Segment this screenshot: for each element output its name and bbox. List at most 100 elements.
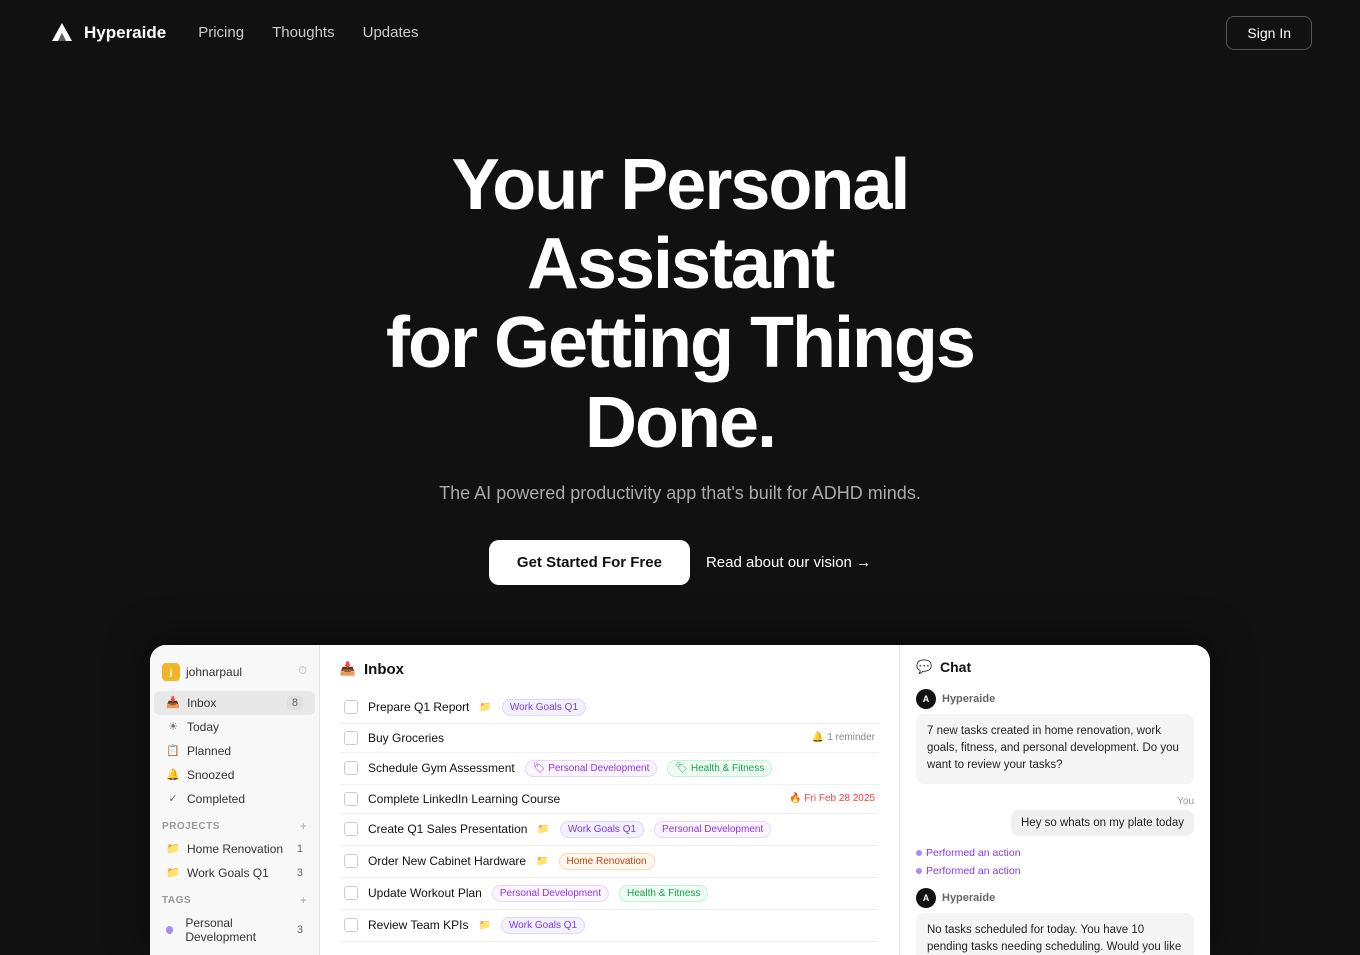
nav-updates[interactable]: Updates	[363, 24, 419, 41]
projects-add-icon[interactable]: +	[300, 821, 307, 833]
task-due-date: 🔥 Fri Feb 28 2025	[789, 793, 875, 804]
home-renovation-count: 1	[297, 843, 303, 855]
cta-primary-button[interactable]: Get Started For Free	[489, 540, 690, 585]
work-folder-icon: 📁	[166, 866, 180, 880]
sidebar-username: johnarpaul	[186, 665, 242, 679]
chat-message-ai-1: A Hyperaide 7 new tasks created in home …	[916, 689, 1194, 784]
task-tag-personal: Personal Development	[492, 885, 609, 902]
user-sender-label: You	[916, 796, 1194, 807]
folder-icon: 📁	[479, 702, 491, 713]
task-tag-personal: Personal Development	[654, 821, 771, 838]
task-checkbox[interactable]	[344, 700, 358, 714]
nav-links: Pricing Thoughts Updates	[198, 24, 1226, 42]
sidebar: j johnarpaul ⏱ 📥 Inbox 8 ☀ Today	[150, 645, 320, 955]
ai-sender-label: Hyperaide	[942, 693, 995, 705]
task-row[interactable]: Review Team KPIs 📁 Work Goals Q1	[340, 910, 879, 942]
ai-sender-label-2: Hyperaide	[942, 892, 995, 904]
completed-icon: ✓	[166, 792, 180, 806]
tag-personal-label: Personal Development	[185, 916, 297, 944]
hero-buttons: Get Started For Free Read about our visi…	[20, 540, 1340, 585]
sidebar-item-inbox[interactable]: 📥 Inbox 8	[154, 691, 315, 715]
nav-thoughts[interactable]: Thoughts	[272, 24, 335, 41]
task-row[interactable]: Buy Groceries 🔔 1 reminder	[340, 724, 879, 753]
task-row[interactable]: Order New Cabinet Hardware 📁 Home Renova…	[340, 846, 879, 878]
task-name: Create Q1 Sales Presentation	[368, 822, 527, 836]
task-name: Update Workout Plan	[368, 886, 482, 900]
hero-subtext: The AI powered productivity app that's b…	[20, 483, 1340, 504]
tags-add-icon[interactable]: +	[300, 895, 307, 907]
inbox-header: 📥 Inbox	[340, 661, 879, 678]
task-row[interactable]: Complete LinkedIn Learning Course 🔥 Fri …	[340, 785, 879, 814]
task-row[interactable]: Schedule Gym Assessment 🏷 Personal Devel…	[340, 753, 879, 785]
projects-section-header: Projects +	[150, 811, 319, 837]
task-tag-work: Work Goals Q1	[502, 699, 586, 716]
sidebar-settings-icon[interactable]: ⏱	[298, 665, 307, 678]
task-row[interactable]: Prepare Q1 Report 📁 Work Goals Q1	[340, 692, 879, 724]
task-tag-health: Health & Fitness	[619, 885, 708, 902]
folder-icon: 📁	[537, 824, 549, 835]
sidebar-item-completed[interactable]: ✓ Completed	[154, 787, 315, 811]
task-checkbox[interactable]	[344, 792, 358, 806]
task-name: Prepare Q1 Report	[368, 700, 469, 714]
hero-headline-line2: for Getting Things Done.	[386, 303, 974, 462]
task-row[interactable]: Update Workout Plan Personal Development…	[340, 878, 879, 910]
chat-panel: 💬 Chat A Hyperaide 7 new tasks created i…	[900, 645, 1210, 955]
task-checkbox[interactable]	[344, 731, 358, 745]
action-dot	[916, 850, 922, 856]
task-tag-work: Work Goals Q1	[560, 821, 644, 838]
inbox-panel: 📥 Inbox Prepare Q1 Report 📁 Work Goals Q…	[320, 645, 900, 955]
hero-section: Your Personal Assistant for Getting Thin…	[0, 66, 1360, 645]
folder-icon: 📁	[536, 856, 548, 867]
logo-text: Hyperaide	[84, 23, 166, 43]
ai-chat-bubble-2: No tasks scheduled for today. You have 1…	[916, 913, 1194, 955]
sidebar-work-goals-label: Work Goals Q1	[187, 866, 269, 880]
sidebar-item-today[interactable]: ☀ Today	[154, 715, 315, 739]
home-folder-icon: 📁	[166, 842, 180, 856]
inbox-header-icon: 📥	[340, 661, 356, 677]
nav-logo[interactable]: Hyperaide	[48, 19, 166, 47]
sidebar-today-label: Today	[187, 720, 219, 734]
navbar: Hyperaide Pricing Thoughts Updates Sign …	[0, 0, 1360, 66]
tags-section-header: Tags +	[150, 885, 319, 911]
task-tag-home: Home Renovation	[559, 853, 655, 870]
sidebar-user: j johnarpaul ⏱	[150, 657, 319, 691]
sign-in-button[interactable]: Sign In	[1226, 16, 1312, 50]
sidebar-item-home-renovation[interactable]: 📁 Home Renovation 1	[154, 837, 315, 861]
sidebar-home-renovation-label: Home Renovation	[187, 842, 283, 856]
task-checkbox[interactable]	[344, 761, 358, 775]
work-goals-count: 3	[297, 867, 303, 879]
cta-secondary-button[interactable]: Read about our vision →	[706, 554, 871, 571]
task-name: Buy Groceries	[368, 731, 444, 745]
nav-pricing[interactable]: Pricing	[198, 24, 244, 41]
user-chat-bubble: Hey so whats on my plate today	[1011, 810, 1194, 836]
sidebar-tag-personal[interactable]: Personal Development 3	[154, 911, 315, 949]
task-name: Order New Cabinet Hardware	[368, 854, 526, 868]
hero-headline-line1: Your Personal Assistant	[452, 145, 909, 304]
task-checkbox[interactable]	[344, 854, 358, 868]
chat-header: 💬 Chat	[916, 659, 1194, 675]
task-tag-personal: 🏷 Personal Development	[525, 760, 658, 777]
task-name: Complete LinkedIn Learning Course	[368, 792, 560, 806]
action-dot-2	[916, 868, 922, 874]
inbox-icon: 📥	[166, 696, 180, 710]
sidebar-snoozed-label: Snoozed	[187, 768, 234, 782]
task-checkbox[interactable]	[344, 918, 358, 932]
sidebar-tag-health[interactable]: Health & Fitness 2	[154, 949, 315, 955]
ai-chat-bubble: 7 new tasks created in home renovation, …	[916, 714, 1194, 784]
sidebar-item-work-goals[interactable]: 📁 Work Goals Q1 3	[154, 861, 315, 885]
task-reminder: 🔔 1 reminder	[812, 732, 875, 743]
task-checkbox[interactable]	[344, 886, 358, 900]
ai-avatar: A	[916, 689, 936, 709]
snoozed-icon: 🔔	[166, 768, 180, 782]
inbox-title: Inbox	[364, 661, 404, 678]
chat-message-user: You Hey so whats on my plate today	[916, 796, 1194, 836]
sidebar-completed-label: Completed	[187, 792, 245, 806]
folder-icon: 📁	[478, 920, 490, 931]
sidebar-item-snoozed[interactable]: 🔔 Snoozed	[154, 763, 315, 787]
task-name: Review Team KPIs	[368, 918, 468, 932]
sidebar-item-planned[interactable]: 📋 Planned	[154, 739, 315, 763]
task-row[interactable]: Create Q1 Sales Presentation 📁 Work Goal…	[340, 814, 879, 846]
task-name: Schedule Gym Assessment	[368, 761, 515, 775]
task-checkbox[interactable]	[344, 822, 358, 836]
sidebar-inbox-label: Inbox	[187, 696, 216, 710]
